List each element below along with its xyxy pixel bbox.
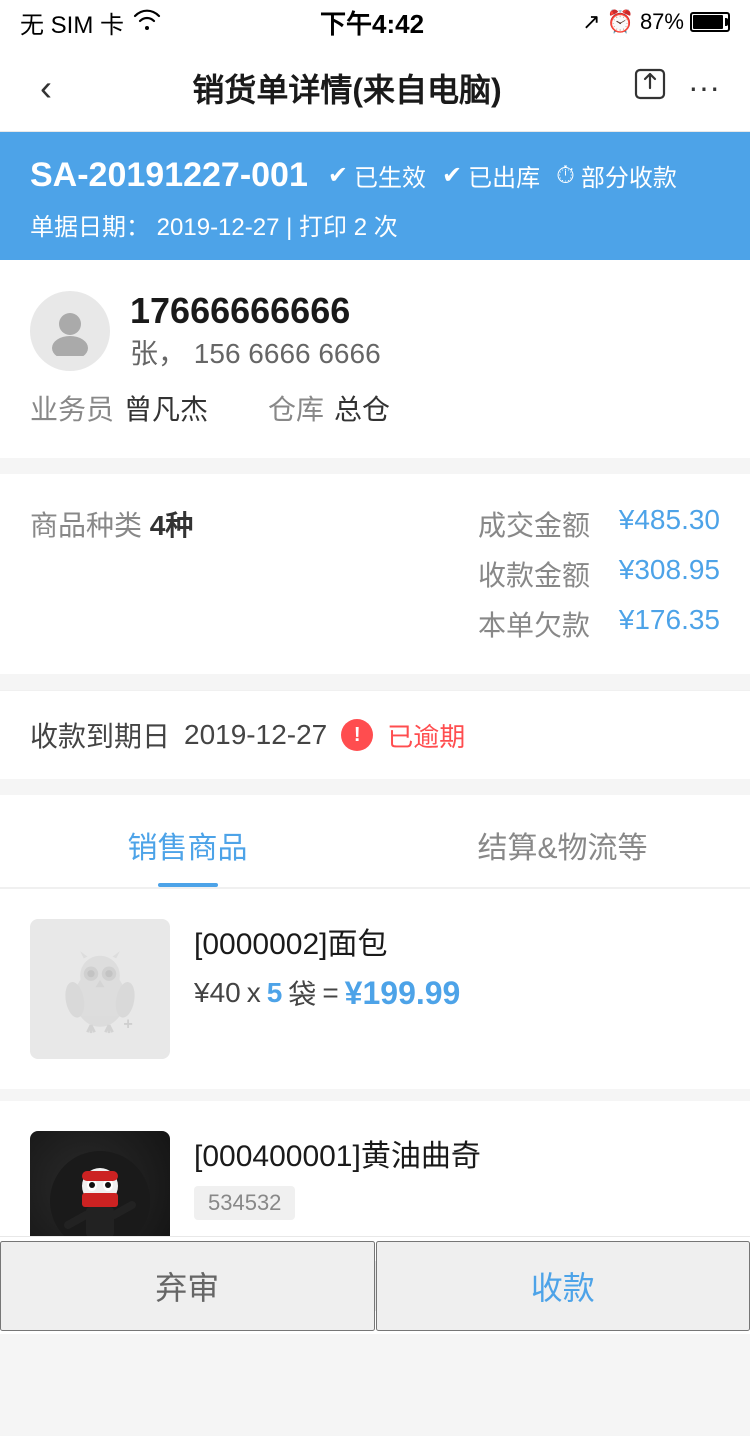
product-price-1: ¥40 x 5 袋 = ¥199.99 bbox=[194, 973, 720, 1013]
stats-left: 商品种类 4种 bbox=[30, 504, 193, 644]
customer-section: 17666666666 张， 156 6666 6666 业务员 曾凡杰 仓库 … bbox=[0, 260, 750, 458]
time-display: 下午4:42 bbox=[320, 4, 424, 41]
customer-phone: 张， 156 6666 6666 bbox=[130, 332, 381, 372]
status-partial: ⏱ 部分收款 bbox=[556, 158, 677, 193]
location-icon: ↗ bbox=[582, 9, 600, 35]
tabs: 销售商品 结算&物流等 bbox=[0, 795, 750, 889]
carrier-text: 无 SIM 卡 bbox=[20, 5, 124, 40]
debt-row: 本单欠款 ¥176.35 bbox=[478, 604, 720, 644]
order-id-row: SA-20191227-001 ✔ 已生效 ✔ 已出库 ⏱ 部分收款 bbox=[30, 156, 720, 195]
price-per-unit-1: ¥40 bbox=[194, 977, 241, 1009]
order-date: 单据日期： 2019-12-27 | 打印 2 次 bbox=[30, 207, 720, 242]
battery-icon bbox=[690, 12, 730, 32]
battery-percent: 87% bbox=[640, 9, 684, 35]
confirm-button[interactable]: 收款 bbox=[376, 1241, 750, 1331]
due-label: 收款到期日 bbox=[30, 715, 170, 755]
product-info-1: [0000002]面包 ¥40 x 5 袋 = ¥199.99 bbox=[194, 919, 720, 1013]
check-icon-2: ✔ bbox=[442, 161, 462, 190]
alarm-icon: ⏰ bbox=[607, 9, 634, 35]
bottom-bar: 弃审 收款 bbox=[0, 1236, 750, 1334]
tab-underline bbox=[158, 883, 218, 887]
total-1: ¥199.99 bbox=[345, 975, 461, 1012]
debt-value: ¥176.35 bbox=[610, 604, 720, 644]
order-id-text: SA-20191227-001 bbox=[30, 156, 308, 195]
tab-settlement[interactable]: 结算&物流等 bbox=[375, 795, 750, 887]
customer-id: 17666666666 bbox=[130, 290, 381, 332]
status-right: ↗ ⏰ 87% bbox=[582, 9, 730, 35]
wifi-icon bbox=[132, 8, 162, 37]
back-button[interactable]: ‹ bbox=[30, 57, 62, 119]
customer-top: 17666666666 张， 156 6666 6666 bbox=[30, 290, 720, 372]
salesperson-info: 业务员 曾凡杰 bbox=[30, 388, 208, 428]
customer-info: 17666666666 张， 156 6666 6666 bbox=[130, 290, 381, 372]
customer-meta: 业务员 曾凡杰 仓库 总仓 bbox=[30, 388, 720, 428]
header-banner: SA-20191227-001 ✔ 已生效 ✔ 已出库 ⏱ 部分收款 单据日期：… bbox=[0, 132, 750, 260]
svg-text:+: + bbox=[123, 1016, 132, 1034]
quantity-1: 5 bbox=[267, 977, 283, 1009]
received-row: 收款金额 ¥308.95 bbox=[478, 554, 720, 594]
amount-row: 成交金额 ¥485.30 bbox=[478, 504, 720, 544]
product-name-2: [000400001]黄油曲奇 bbox=[194, 1131, 720, 1175]
page-title: 销货单详情(来自电脑) bbox=[192, 65, 501, 111]
overdue-icon: ! bbox=[341, 719, 373, 751]
overdue-text: 已逾期 bbox=[387, 717, 465, 754]
share-icon[interactable] bbox=[632, 66, 668, 110]
product-type-count: 4种 bbox=[150, 510, 194, 541]
warehouse-info: 仓库 总仓 bbox=[268, 388, 390, 428]
cancel-button[interactable]: 弃审 bbox=[0, 1241, 375, 1331]
due-date: 2019-12-27 bbox=[184, 719, 327, 751]
product-tag-2: 534532 bbox=[194, 1186, 295, 1220]
status-effective: ✔ 已生效 bbox=[328, 158, 426, 193]
status-left: 无 SIM 卡 bbox=[20, 5, 162, 40]
stats-section: 商品种类 4种 成交金额 ¥485.30 收款金额 ¥308.95 本单欠款 ¥… bbox=[0, 474, 750, 674]
due-section: 收款到期日 2019-12-27 ! 已逾期 bbox=[0, 690, 750, 779]
received-value: ¥308.95 bbox=[610, 554, 720, 594]
amount-value: ¥485.30 bbox=[610, 504, 720, 544]
product-name-1: [0000002]面包 bbox=[194, 919, 720, 963]
unit-1: 袋 bbox=[288, 973, 316, 1013]
clock-icon: ⏱ bbox=[556, 162, 575, 190]
more-icon[interactable]: ··· bbox=[688, 69, 720, 106]
stats-right: 成交金额 ¥485.30 收款金额 ¥308.95 本单欠款 ¥176.35 bbox=[478, 504, 720, 644]
nav-bar: ‹ 销货单详情(来自电脑) ··· bbox=[0, 44, 750, 132]
check-icon-1: ✔ bbox=[328, 161, 348, 190]
status-bar: 无 SIM 卡 下午4:42 ↗ ⏰ 87% bbox=[0, 0, 750, 44]
product-thumbnail-1: + bbox=[30, 919, 170, 1059]
tab-sales-products[interactable]: 销售商品 bbox=[0, 795, 375, 887]
table-row: + [0000002]面包 ¥40 x 5 袋 = ¥199.99 bbox=[0, 889, 750, 1089]
status-shipped: ✔ 已出库 bbox=[442, 158, 540, 193]
nav-actions: ··· bbox=[632, 66, 720, 110]
avatar bbox=[30, 291, 110, 371]
